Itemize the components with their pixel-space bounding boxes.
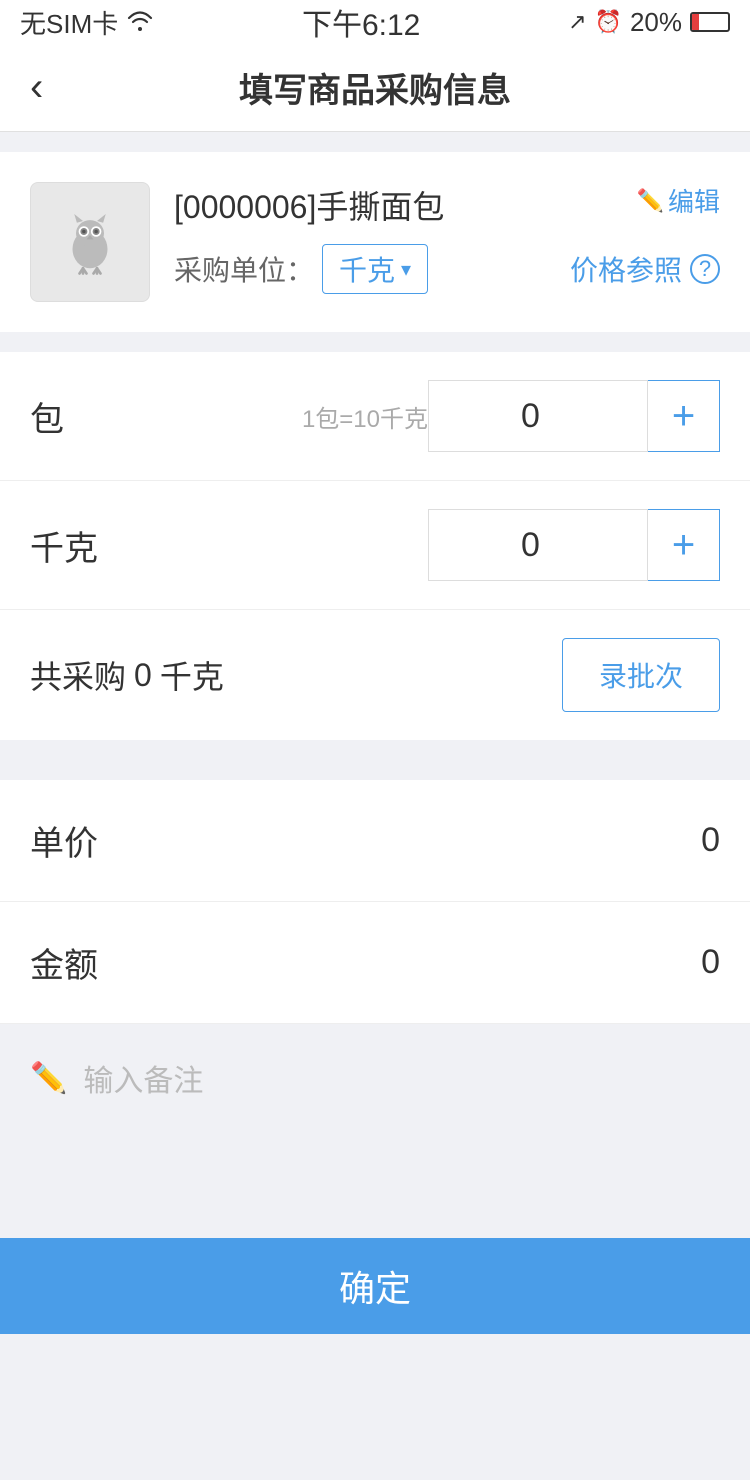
- confirm-label: 确定: [339, 1260, 411, 1312]
- carrier-text: 无SIM卡: [20, 4, 118, 41]
- remark-placeholder: 输入备注: [83, 1056, 203, 1100]
- kg-qty-wrap: +: [428, 509, 720, 581]
- location-icon: ↗: [568, 9, 586, 35]
- status-left: 无SIM卡: [20, 4, 154, 41]
- unit-price-row: 单价 0: [0, 780, 750, 902]
- unit-label: 采购单位：: [174, 249, 314, 289]
- nav-bar: ‹ 填写商品采购信息: [0, 44, 750, 132]
- status-time: 下午6:12: [302, 0, 420, 44]
- chevron-down-icon: ▾: [401, 257, 411, 282]
- unit-price-value: 0: [701, 821, 720, 860]
- edit-button[interactable]: ✏️ 编辑: [637, 182, 720, 219]
- page-title: 填写商品采购信息: [90, 63, 660, 112]
- status-right: ↗ ⏰ 20%: [568, 7, 730, 38]
- bao-row: 包 1包=10千克 +: [0, 352, 750, 481]
- price-ref-question-icon: ?: [690, 254, 720, 284]
- kg-plus-button[interactable]: +: [648, 509, 720, 581]
- bao-sub-label: 1包=10千克: [302, 399, 428, 434]
- back-button[interactable]: ‹: [30, 65, 90, 110]
- bao-qty-wrap: +: [428, 380, 720, 452]
- status-bar: 无SIM卡 下午6:12 ↗ ⏰ 20%: [0, 0, 750, 44]
- total-unit: 千克: [160, 652, 224, 698]
- section-divider-2: [0, 740, 750, 760]
- product-name: [0000006]手撕面包: [174, 182, 444, 228]
- input-section: 包 1包=10千克 + 千克 +: [0, 352, 750, 610]
- unit-dropdown[interactable]: 千克 ▾: [322, 244, 428, 294]
- bao-plus-button[interactable]: +: [648, 380, 720, 452]
- product-thumbnail: [30, 182, 150, 302]
- bao-label: 包: [30, 392, 294, 441]
- amount-row: 金额 0: [0, 902, 750, 1024]
- unit-price-label: 单价: [30, 816, 98, 865]
- total-prefix: 共采购: [30, 652, 126, 698]
- alarm-icon: ⏰: [595, 9, 622, 35]
- product-card: [0000006]手撕面包 ✏️ 编辑 采购单位： 千克 ▾ 价格参照 ?: [0, 152, 750, 332]
- product-info: [0000006]手撕面包 ✏️ 编辑 采购单位： 千克 ▾ 价格参照 ?: [174, 182, 720, 294]
- bao-qty-input[interactable]: [428, 380, 648, 452]
- battery-icon: [690, 12, 730, 32]
- price-section: 单价 0 金额 0: [0, 780, 750, 1024]
- amount-value: 0: [701, 943, 720, 982]
- remark-section[interactable]: ✏️ 输入备注: [0, 1026, 750, 1130]
- pencil-icon: ✏️: [30, 1061, 67, 1096]
- amount-label: 金额: [30, 938, 98, 987]
- kg-label: 千克: [30, 521, 428, 570]
- total-qty: 0: [134, 657, 152, 694]
- kg-row: 千克 +: [0, 481, 750, 610]
- battery-pct: 20%: [630, 7, 682, 38]
- confirm-button[interactable]: 确定: [0, 1238, 750, 1334]
- price-ref-button[interactable]: 价格参照 ?: [570, 249, 720, 289]
- wifi-icon: [126, 7, 154, 38]
- total-row: 共采购 0 千克 录批次: [0, 610, 750, 740]
- record-batch-button[interactable]: 录批次: [562, 638, 720, 712]
- kg-qty-input[interactable]: [428, 509, 648, 581]
- section-divider-1: [0, 332, 750, 352]
